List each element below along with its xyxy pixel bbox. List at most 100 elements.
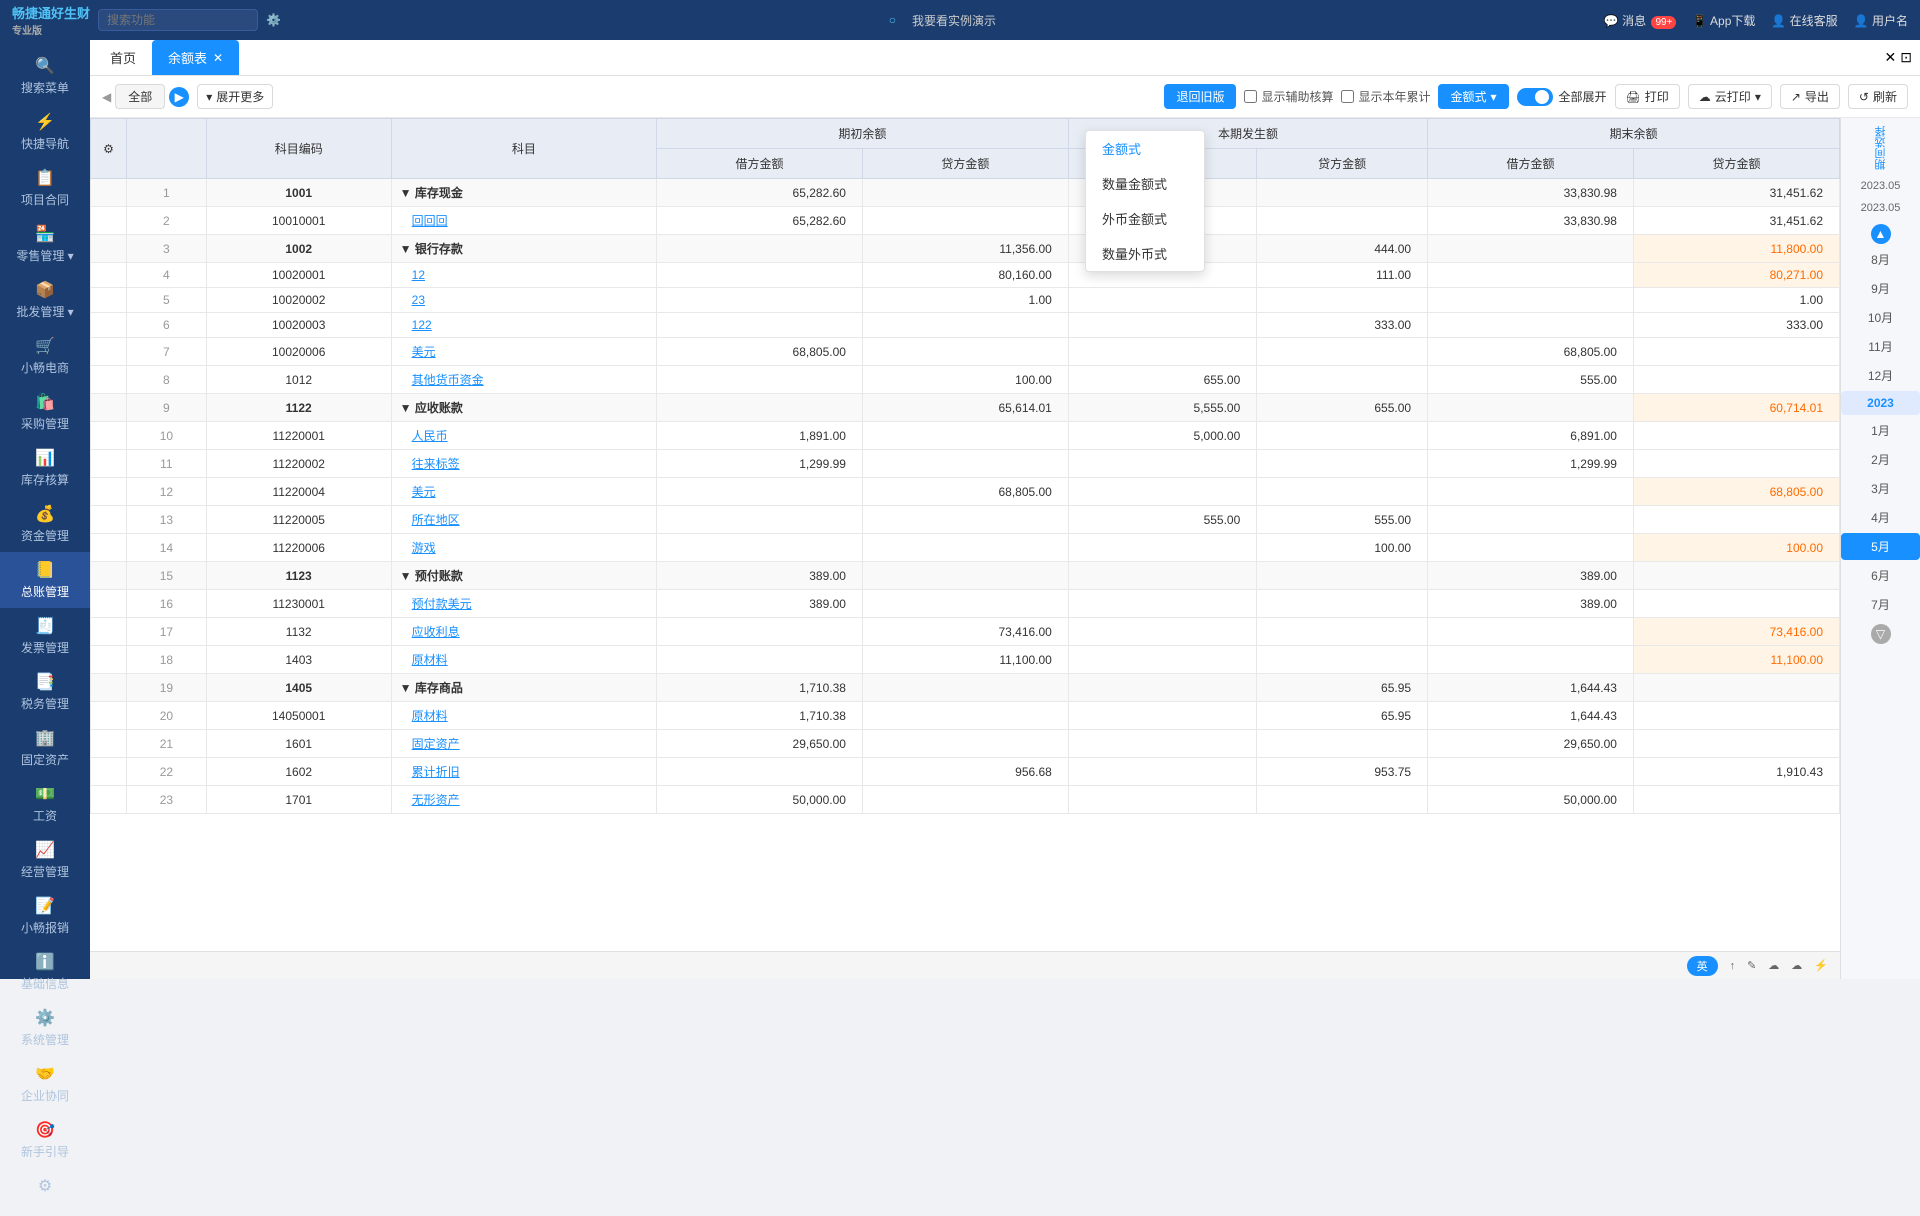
sidebar-item-tax[interactable]: 📑 税务管理	[0, 664, 90, 720]
row-code[interactable]: 1701	[206, 786, 391, 814]
cloud-print-btn[interactable]: ☁ 云打印 ▾	[1688, 84, 1772, 109]
refresh-btn[interactable]: ↺ 刷新	[1848, 84, 1908, 109]
month-8[interactable]: 8月	[1841, 246, 1920, 273]
sidebar-item-system[interactable]: ⚙️ 系统管理	[0, 1000, 90, 1056]
sidebar-item-finance[interactable]: 💰 资金管理	[0, 496, 90, 552]
month-5[interactable]: 5月	[1841, 533, 1920, 560]
return-old-btn[interactable]: 退回旧版	[1164, 84, 1236, 109]
row-code[interactable]: 11220005	[206, 506, 391, 534]
settings-col-header[interactable]: ⚙	[91, 119, 127, 179]
month-3[interactable]: 3月	[1841, 475, 1920, 502]
row-code[interactable]: 10020001	[206, 263, 391, 288]
month-9[interactable]: 9月	[1841, 275, 1920, 302]
row-code[interactable]: 1601	[206, 730, 391, 758]
online-service-btn[interactable]: 👤 在线客服	[1771, 12, 1837, 29]
tab-maximize-button[interactable]: ⊡	[1900, 49, 1912, 66]
month-12[interactable]: 12月	[1841, 362, 1920, 389]
app-download-btn[interactable]: 📱 App下载	[1692, 12, 1755, 29]
month-10[interactable]: 10月	[1841, 304, 1920, 331]
month-6[interactable]: 6月	[1841, 562, 1920, 589]
row-name[interactable]: 固定资产	[391, 730, 656, 758]
status-lang-btn[interactable]: 英	[1687, 956, 1718, 976]
format-dropdown-btn[interactable]: 金额式 ▾	[1438, 84, 1508, 109]
sidebar-item-payroll[interactable]: 💵 工资	[0, 776, 90, 832]
status-up-icon[interactable]: ↑	[1730, 960, 1736, 972]
sidebar-item-ecommerce[interactable]: 🛒 小畅电商	[0, 328, 90, 384]
sidebar-item-ledger[interactable]: 📒 总账管理	[0, 552, 90, 608]
sidebar-item-search[interactable]: 🔍 搜索菜单	[0, 48, 90, 104]
format-option-quantity-amount[interactable]: 数量金额式	[1086, 166, 1204, 201]
row-code[interactable]: 1012	[206, 366, 391, 394]
row-code[interactable]: 10020003	[206, 313, 391, 338]
year-2023[interactable]: 2023	[1841, 391, 1920, 415]
row-code[interactable]: 11220006	[206, 534, 391, 562]
show-assist-check[interactable]: 显示辅助核算	[1244, 88, 1333, 105]
print-btn[interactable]: 🖨 打印	[1615, 84, 1680, 109]
sidebar-item-invoice[interactable]: 🧾 发票管理	[0, 608, 90, 664]
row-name[interactable]: 无形资产	[391, 786, 656, 814]
status-cloud2-icon[interactable]: ☁	[1791, 959, 1802, 972]
sidebar-item-assets[interactable]: 🏢 固定资产	[0, 720, 90, 776]
export-btn[interactable]: ↗ 导出	[1780, 84, 1840, 109]
nav-forward-btn[interactable]: ▶	[169, 87, 189, 107]
status-lightning-icon[interactable]: ⚡	[1814, 959, 1828, 972]
sidebar-item-guide[interactable]: 🎯 新手引导	[0, 1112, 90, 1168]
tab-home[interactable]: 首页	[98, 40, 148, 75]
sidebar-item-cooperation[interactable]: 🤝 企业协同	[0, 1056, 90, 1112]
row-name[interactable]: 美元	[391, 338, 656, 366]
sidebar-item-project[interactable]: 📋 项目合同	[0, 160, 90, 216]
sidebar-item-shortcut[interactable]: ⚡ 快捷导航	[0, 104, 90, 160]
format-option-amount[interactable]: 金额式	[1086, 131, 1204, 166]
sidebar-item-inventory[interactable]: 📊 库存核算	[0, 440, 90, 496]
row-name[interactable]: 预付款美元	[391, 590, 656, 618]
status-edit-icon[interactable]: ✎	[1747, 959, 1756, 972]
row-code[interactable]: 11220002	[206, 450, 391, 478]
row-name[interactable]: 原材料	[391, 702, 656, 730]
row-name[interactable]: 回回回	[391, 207, 656, 235]
row-code[interactable]: 10020006	[206, 338, 391, 366]
tab-balance[interactable]: 余额表 ✕	[152, 40, 239, 75]
row-code[interactable]: 11220001	[206, 422, 391, 450]
collapse-down-btn[interactable]: ▽	[1871, 624, 1891, 644]
sidebar-settings[interactable]: ⚙	[0, 1168, 90, 1204]
sidebar-item-purchase[interactable]: 🛍️ 采购管理	[0, 384, 90, 440]
row-name[interactable]: 累计折旧	[391, 758, 656, 786]
row-code[interactable]: 10020002	[206, 288, 391, 313]
format-option-foreign-amount[interactable]: 外币金额式	[1086, 201, 1204, 236]
settings-icon[interactable]: ⚙️	[266, 13, 281, 27]
row-name[interactable]: 美元	[391, 478, 656, 506]
expand-more-btn[interactable]: ▾ 展开更多	[197, 84, 273, 109]
row-code[interactable]: 1403	[206, 646, 391, 674]
show-annual-check[interactable]: 显示本年累计	[1341, 88, 1430, 105]
month-1[interactable]: 1月	[1841, 417, 1920, 444]
sidebar-item-operations[interactable]: 📈 经营管理	[0, 832, 90, 888]
search-input[interactable]	[98, 9, 258, 31]
sidebar-item-report[interactable]: 📝 小畅报销	[0, 888, 90, 944]
format-option-quantity-foreign[interactable]: 数量外币式	[1086, 236, 1204, 271]
table-container[interactable]: ⚙ 科目编码 科目 期初余额 本期发生额 期末余额 借方金额 贷方金额	[90, 118, 1840, 951]
row-name[interactable]: 其他货币资金	[391, 366, 656, 394]
tab-close-button[interactable]: ✕	[1885, 49, 1897, 66]
row-name[interactable]: 12	[391, 263, 656, 288]
row-code[interactable]: 1132	[206, 618, 391, 646]
tab-close-icon[interactable]: ✕	[213, 51, 223, 65]
sidebar-item-basic[interactable]: ℹ️ 基础信息	[0, 944, 90, 1000]
month-11[interactable]: 11月	[1841, 333, 1920, 360]
user-menu[interactable]: 👤 用户名	[1854, 12, 1908, 29]
row-code[interactable]: 11220004	[206, 478, 391, 506]
sidebar-item-wholesale[interactable]: 📦 批发管理 ▾	[0, 272, 90, 328]
row-code[interactable]: 14050001	[206, 702, 391, 730]
row-name[interactable]: 23	[391, 288, 656, 313]
month-2[interactable]: 2月	[1841, 446, 1920, 473]
row-name[interactable]: 游戏	[391, 534, 656, 562]
row-code[interactable]: 1602	[206, 758, 391, 786]
row-code[interactable]: 10010001	[206, 207, 391, 235]
sidebar-item-retail[interactable]: 🏪 零售管理 ▾	[0, 216, 90, 272]
demo-link[interactable]: 我要看实例演示	[912, 12, 996, 29]
back-icon[interactable]: ◀	[102, 90, 111, 104]
month-4[interactable]: 4月	[1841, 504, 1920, 531]
row-name[interactable]: 人民币	[391, 422, 656, 450]
period-select-label[interactable]: 期间选择	[1873, 126, 1889, 170]
row-name[interactable]: 所在地区	[391, 506, 656, 534]
status-cloud1-icon[interactable]: ☁	[1768, 959, 1779, 972]
